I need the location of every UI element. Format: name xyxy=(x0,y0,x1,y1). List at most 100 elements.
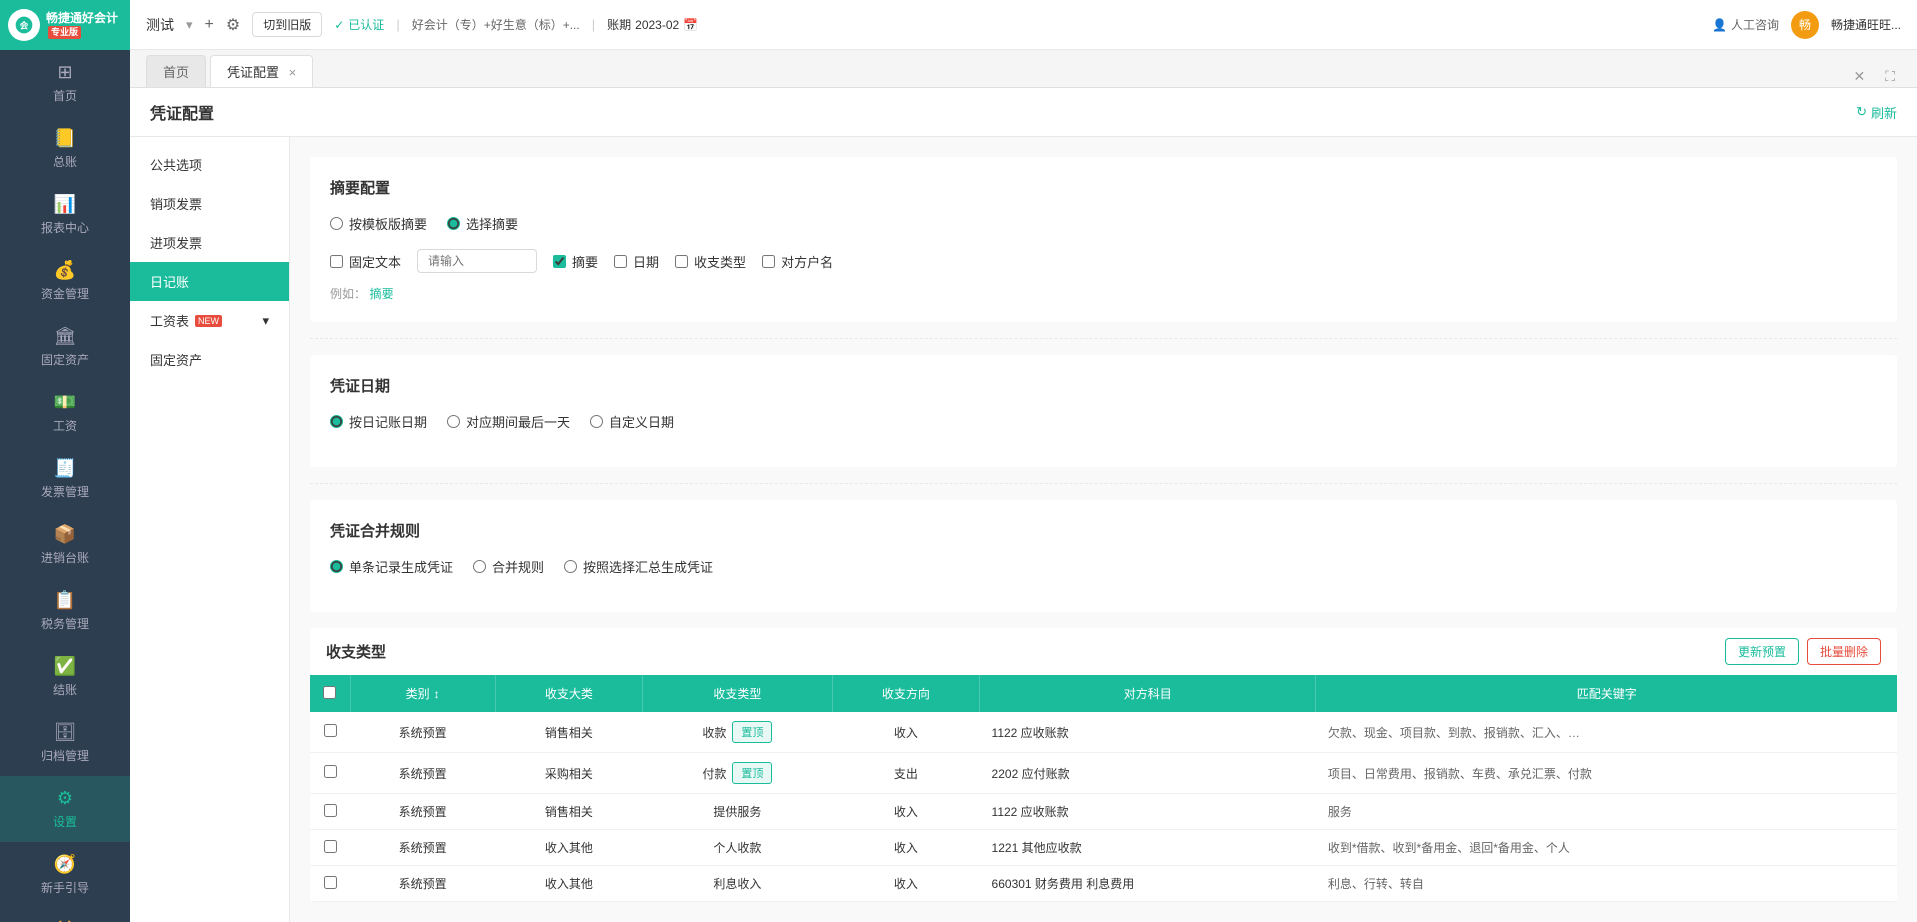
support-button[interactable]: 👤 人工咨询 xyxy=(1712,16,1779,33)
divider-2 xyxy=(310,483,1897,484)
radio-period-last[interactable]: 对应期间最后一天 xyxy=(447,412,570,431)
radio-single[interactable]: 单条记录生成凭证 xyxy=(330,557,453,576)
sidebar-item-assets[interactable]: 🏛 固定资产 xyxy=(0,314,130,380)
refresh-icon: ↻ xyxy=(1856,104,1867,120)
row-checkbox[interactable] xyxy=(324,724,337,737)
tab-close-icon[interactable]: × xyxy=(289,65,297,80)
radio-merge-rule[interactable]: 合并规则 xyxy=(473,557,544,576)
topbar-title: 测试 xyxy=(146,15,174,35)
settle-icon: ✅ xyxy=(54,656,76,677)
batch-delete-button[interactable]: 批量删除 xyxy=(1807,638,1881,665)
checkbox-summary[interactable]: 摘要 xyxy=(553,252,598,271)
table-row: 系统预置 销售相关 收款 置顶 收入 1122 应收账款 欠款、现金、项目款、到… xyxy=(310,712,1897,753)
sidebar-item-tax[interactable]: 📋 税务管理 xyxy=(0,578,130,644)
merge-section-title: 凭证合并规则 xyxy=(330,520,1877,541)
row-checkbox-cell[interactable] xyxy=(310,830,350,866)
left-nav-journal[interactable]: 日记账 xyxy=(130,262,289,301)
row-category: 系统预置 xyxy=(350,753,495,794)
row-checkbox[interactable] xyxy=(324,804,337,817)
table-body: 系统预置 销售相关 收款 置顶 收入 1122 应收账款 欠款、现金、项目款、到… xyxy=(310,712,1897,902)
sidebar-item-capital[interactable]: 💰 资金管理 xyxy=(0,248,130,314)
user-avatar[interactable]: 畅 xyxy=(1791,11,1819,39)
page-title: 凭证配置 xyxy=(150,100,214,124)
refresh-button[interactable]: ↻ 刷新 xyxy=(1856,103,1897,122)
radio-journal-date[interactable]: 按日记账日期 xyxy=(330,412,427,431)
logo-text: 畅捷通好会计 专业版 xyxy=(46,11,118,39)
row-checkbox[interactable] xyxy=(324,840,337,853)
th-category: 类别 ↕ xyxy=(350,675,495,712)
sidebar-item-reports[interactable]: 📊 报表中心 xyxy=(0,182,130,248)
sidebar-item-home[interactable]: ⊞ 首页 xyxy=(0,50,130,116)
row-expense-type: 提供服务 xyxy=(643,794,833,830)
update-preset-button[interactable]: 更新预置 xyxy=(1725,638,1799,665)
table-head: 类别 ↕ 收支大类 收支类型 收支方向 对方科目 匹配关键字 xyxy=(310,675,1897,712)
left-nav-sales-invoice[interactable]: 销项发票 xyxy=(130,184,289,223)
home-icon: ⊞ xyxy=(57,62,72,83)
add-icon[interactable]: + xyxy=(205,16,214,34)
row-checkbox-cell[interactable] xyxy=(310,866,350,902)
dropdown-arrow-icon[interactable]: ▾ xyxy=(186,17,193,33)
row-subject: 1122 应收账款 xyxy=(980,712,1316,753)
sidebar-item-salary[interactable]: 💵 工资 xyxy=(0,380,130,446)
maximize-window-icon[interactable]: ⛶ xyxy=(1879,66,1901,87)
sidebar-item-settings[interactable]: ⚙ 设置 xyxy=(0,776,130,842)
sidebar-item-archive[interactable]: 🗄 归档管理 xyxy=(0,710,130,776)
row-major-type: 收入其他 xyxy=(495,866,642,902)
checkbox-fixed-text[interactable]: 固定文本 xyxy=(330,252,401,271)
tab-home[interactable]: 首页 xyxy=(146,55,206,87)
row-checkbox[interactable] xyxy=(324,765,337,778)
tab-voucher-config[interactable]: 凭证配置 × xyxy=(210,55,313,87)
sidebar-item-settle[interactable]: ✅ 结账 xyxy=(0,644,130,710)
radio-template[interactable]: 按模板版摘要 xyxy=(330,214,427,233)
content-area: 凭证配置 ↻ 刷新 公共选项 销项发票 进项发票 xyxy=(130,88,1917,922)
row-keywords: 项目、日常费用、报销款、车费、承兑汇票、付款 xyxy=(1316,753,1897,794)
row-checkbox-cell[interactable] xyxy=(310,753,350,794)
checkbox-type[interactable]: 收支类型 xyxy=(675,252,746,271)
archive-icon: 🗄 xyxy=(54,722,77,743)
fixed-text-input[interactable] xyxy=(417,249,537,273)
reset-tag[interactable]: 置顶 xyxy=(732,721,772,743)
row-checkbox[interactable] xyxy=(324,876,337,889)
reset-tag[interactable]: 置顶 xyxy=(732,762,772,784)
sidebar-item-member[interactable]: 👑 畅会员 xyxy=(0,908,130,922)
row-checkbox-cell[interactable] xyxy=(310,794,350,830)
row-direction: 支出 xyxy=(832,753,979,794)
row-keywords: 收到*借款、收到*备用金、退回*备用金、个人 xyxy=(1316,830,1897,866)
row-expense-type: 付款 置顶 xyxy=(643,753,833,794)
row-subject: 660301 财务费用 利息费用 xyxy=(980,866,1316,902)
radio-select[interactable]: 选择摘要 xyxy=(447,214,518,233)
close-window-icon[interactable]: ✕ xyxy=(1847,66,1871,87)
left-nav-salary-table[interactable]: 工资表 NEW ▾ xyxy=(130,301,289,340)
sidebar-item-guide[interactable]: 🧭 新手引导 xyxy=(0,842,130,908)
select-all-checkbox[interactable] xyxy=(323,686,336,699)
radio-custom-date[interactable]: 自定义日期 xyxy=(590,412,674,431)
left-nav-fixed-assets[interactable]: 固定资产 xyxy=(130,340,289,379)
sidebar-item-invoices[interactable]: 🧾 发票管理 xyxy=(0,446,130,512)
row-keywords: 欠款、现金、项目款、到款、报销款、汇入、… xyxy=(1316,712,1897,753)
left-nav-purchase-invoice[interactable]: 进项发票 xyxy=(130,223,289,262)
calendar-icon[interactable]: 📅 xyxy=(683,18,698,32)
verified-tag: ✓ 已认证 xyxy=(334,16,384,33)
sidebar-logo: 会 畅捷通好会计 专业版 xyxy=(0,0,130,50)
radio-select-total[interactable]: 按照选择汇总生成凭证 xyxy=(564,557,713,576)
sidebar-item-label: 首页 xyxy=(53,87,77,104)
sort-icon: ↕ xyxy=(434,687,440,701)
sidebar-item-label: 发票管理 xyxy=(41,483,89,500)
username-label[interactable]: 畅捷通旺旺... xyxy=(1831,16,1901,33)
table-row: 系统预置 采购相关 付款 置顶 支出 2202 应付账款 项目、日常费用、报销款… xyxy=(310,753,1897,794)
left-nav-public[interactable]: 公共选项 xyxy=(130,145,289,184)
table-actions: 更新预置 批量删除 xyxy=(1725,638,1881,665)
row-checkbox-cell[interactable] xyxy=(310,712,350,753)
table-header-bar: 收支类型 更新预置 批量删除 xyxy=(310,628,1897,675)
checkbox-date[interactable]: 日期 xyxy=(614,252,659,271)
row-category: 系统预置 xyxy=(350,794,495,830)
page-wrapper: 凭证配置 ↻ 刷新 公共选项 销项发票 进项发票 xyxy=(130,88,1917,922)
summary-section: 摘要配置 按模板版摘要 选择摘要 xyxy=(310,157,1897,322)
summary-example: 例如： 摘要 xyxy=(330,285,1877,302)
sidebar-item-purchase[interactable]: 📦 进销台账 xyxy=(0,512,130,578)
switch-version-button[interactable]: 切到旧版 xyxy=(252,12,322,37)
checkbox-counterpart[interactable]: 对方户名 xyxy=(762,252,833,271)
sidebar: 会 畅捷通好会计 专业版 ⊞ 首页 📒 总账 📊 报表中心 💰 资金管理 🏛 固… xyxy=(0,0,130,922)
sidebar-item-ledger[interactable]: 📒 总账 xyxy=(0,116,130,182)
topbar-gear-icon[interactable]: ⚙ xyxy=(226,15,240,35)
